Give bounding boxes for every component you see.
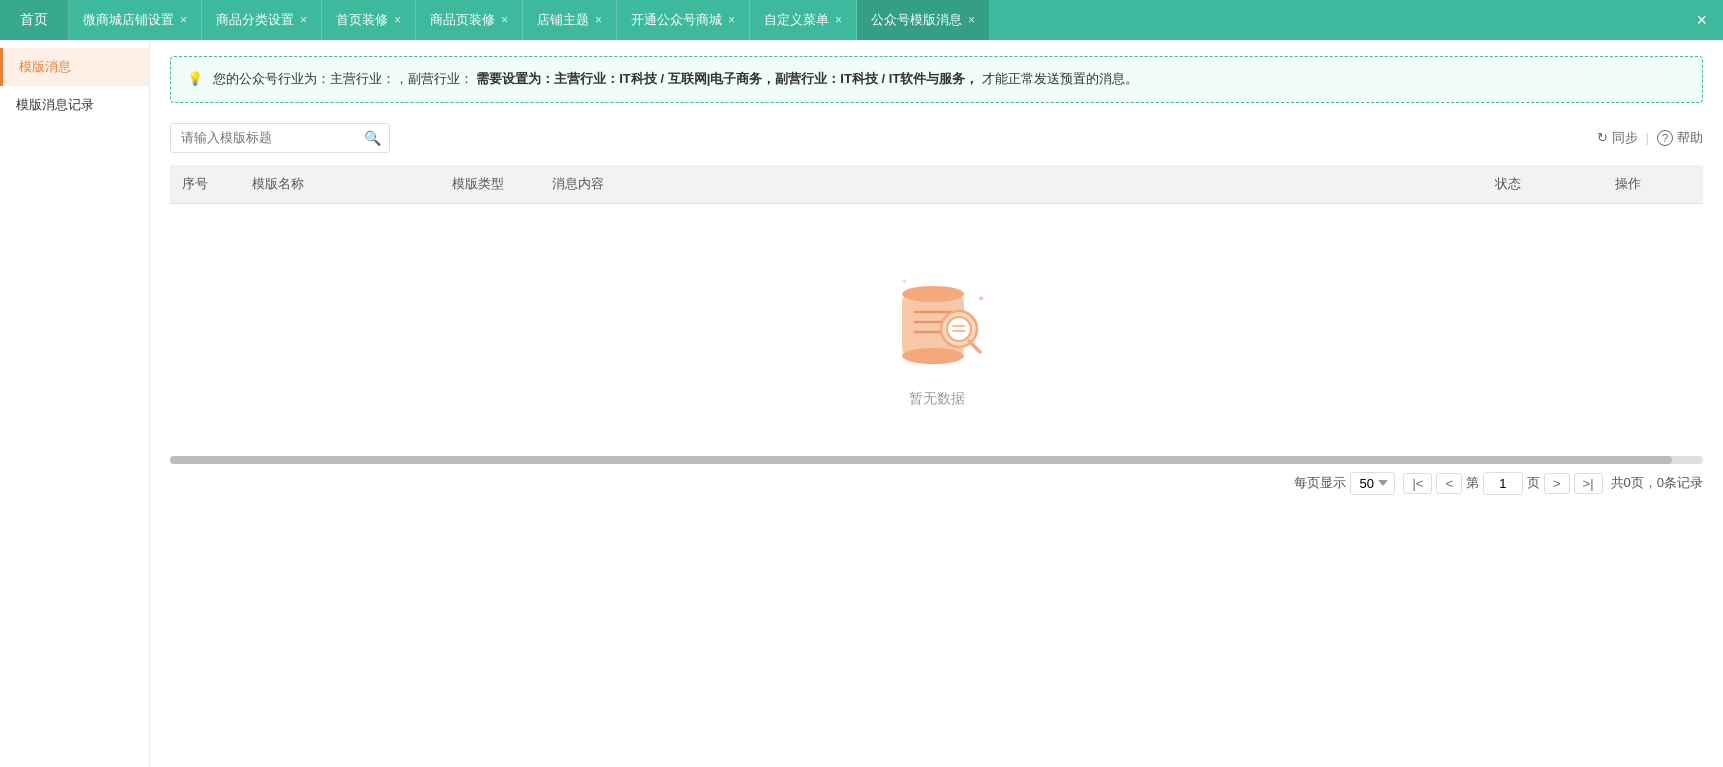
toolbar-row: 🔍 ↻ 同步 | ? 帮助: [170, 123, 1703, 153]
tab-close-open-mall[interactable]: ×: [728, 13, 735, 27]
tab-home[interactable]: 首页: [0, 0, 69, 40]
tab-close-product-decoration[interactable]: ×: [501, 13, 508, 27]
help-label: 帮助: [1677, 129, 1703, 147]
table-head: 序号 模版名称 模版类型 消息内容 状态 操作: [170, 165, 1703, 204]
content-area: 💡 您的公众号行业为：主营行业：，副营行业： 需要设置为：主营行业：IT科技 /…: [150, 40, 1723, 767]
tab-product-category[interactable]: 商品分类设置 ×: [202, 0, 322, 40]
tab-close-custom-menu[interactable]: ×: [835, 13, 842, 27]
sync-icon: ↻: [1597, 130, 1608, 145]
tab-custom-menu[interactable]: 自定义菜单 ×: [750, 0, 857, 40]
tab-close-home-decoration[interactable]: ×: [394, 13, 401, 27]
notice-prefix: 您的公众号行业为：主营行业：，副营行业：: [213, 71, 473, 86]
notice-suffix: 才能正常发送预置的消息。: [982, 71, 1138, 86]
help-button[interactable]: ? 帮助: [1657, 129, 1703, 147]
page-size-selector: 每页显示 50 20 10: [1294, 472, 1395, 495]
tab-bar: 首页 微商城店铺设置 × 商品分类设置 × 首页装修 × 商品页装修 × 店铺主…: [0, 0, 1723, 40]
sidebar-item-template-message-record[interactable]: 模版消息记录: [0, 86, 149, 124]
svg-text:✦: ✦: [977, 293, 985, 304]
tab-product-decoration[interactable]: 商品页装修 ×: [416, 0, 523, 40]
page-label: 第: [1466, 474, 1479, 492]
svg-point-8: [947, 317, 971, 341]
col-header-status: 状态: [1483, 165, 1603, 204]
svg-point-3: [902, 348, 964, 364]
tab-home-decoration[interactable]: 首页装修 ×: [322, 0, 416, 40]
col-header-action: 操作: [1603, 165, 1703, 204]
page-size-label: 每页显示: [1294, 474, 1346, 492]
tab-template-msg[interactable]: 公众号模版消息 ×: [857, 0, 990, 40]
sync-label: 同步: [1612, 129, 1638, 147]
svg-text:✦: ✦: [901, 277, 908, 286]
data-table: 序号 模版名称 模版类型 消息内容 状态 操作: [170, 165, 1703, 448]
search-area: 🔍: [170, 123, 390, 153]
tab-product-decoration-label: 商品页装修: [430, 11, 495, 29]
pagination-row: 每页显示 50 20 10 |< < 第 页 > >| 共0页，0条记录: [170, 472, 1703, 495]
toolbar-actions: ↻ 同步 | ? 帮助: [1597, 129, 1703, 147]
page-input[interactable]: [1483, 472, 1523, 495]
col-header-name: 模版名称: [240, 165, 440, 204]
table-empty-row: ✦ ✦ 暂无数据: [170, 203, 1703, 448]
empty-state-icon: ✦ ✦: [877, 264, 997, 374]
tab-shop-theme-label: 店铺主题: [537, 11, 589, 29]
tab-shop-theme[interactable]: 店铺主题 ×: [523, 0, 617, 40]
horizontal-scrollbar[interactable]: [170, 456, 1703, 464]
empty-state: ✦ ✦ 暂无数据: [170, 204, 1703, 448]
notice-highlight: 需要设置为：主营行业：IT科技 / 互联网|电子商务，副营行业：IT科技 / I…: [476, 71, 978, 86]
tab-product-category-label: 商品分类设置: [216, 11, 294, 29]
col-header-seq: 序号: [170, 165, 240, 204]
col-header-content: 消息内容: [540, 165, 1483, 204]
tab-close-product-category[interactable]: ×: [300, 13, 307, 27]
svg-line-9: [969, 341, 980, 352]
tab-template-msg-label: 公众号模版消息: [871, 11, 962, 29]
next-page-button[interactable]: >: [1544, 473, 1570, 494]
search-input[interactable]: [171, 124, 356, 151]
sidebar: 模版消息 模版消息记录: [0, 40, 150, 767]
tab-wechat-shop-label: 微商城店铺设置: [83, 11, 174, 29]
svg-point-2: [902, 286, 964, 302]
search-button[interactable]: 🔍: [356, 124, 389, 152]
empty-text: 暂无数据: [909, 390, 965, 408]
table-body: ✦ ✦ 暂无数据: [170, 203, 1703, 448]
sidebar-item-template-message-label: 模版消息: [19, 59, 71, 74]
sidebar-item-template-message-record-label: 模版消息记录: [16, 97, 94, 112]
help-icon: ?: [1657, 130, 1673, 146]
sync-button[interactable]: ↻ 同步: [1597, 129, 1638, 147]
page-size-select[interactable]: 50 20 10: [1350, 472, 1395, 495]
page-label2: 页: [1527, 474, 1540, 492]
tab-close-shop-theme[interactable]: ×: [595, 13, 602, 27]
tab-home-decoration-label: 首页装修: [336, 11, 388, 29]
sidebar-item-template-message[interactable]: 模版消息: [0, 48, 149, 86]
scrollbar-thumb[interactable]: [170, 456, 1672, 464]
prev-page-button[interactable]: <: [1436, 473, 1462, 494]
notice-lightbulb-icon: 💡: [187, 71, 203, 86]
tab-open-mall-label: 开通公众号商城: [631, 11, 722, 29]
table-header-row: 序号 模版名称 模版类型 消息内容 状态 操作: [170, 165, 1703, 204]
tab-open-mall[interactable]: 开通公众号商城 ×: [617, 0, 750, 40]
search-icon: 🔍: [364, 130, 381, 146]
col-header-type: 模版类型: [440, 165, 540, 204]
tab-close-wechat-shop[interactable]: ×: [180, 13, 187, 27]
first-page-button[interactable]: |<: [1403, 473, 1432, 494]
tab-home-label: 首页: [20, 11, 48, 29]
page-total-info: 共0页，0条记录: [1611, 474, 1703, 492]
tab-custom-menu-label: 自定义菜单: [764, 11, 829, 29]
notice-box: 💡 您的公众号行业为：主营行业：，副营行业： 需要设置为：主营行业：IT科技 /…: [170, 56, 1703, 103]
main-layout: 模版消息 模版消息记录 💡 您的公众号行业为：主营行业：，副营行业： 需要设置为…: [0, 40, 1723, 767]
global-close-button[interactable]: ×: [1680, 0, 1723, 40]
tab-close-template-msg[interactable]: ×: [968, 13, 975, 27]
page-nav: |< < 第 页 > >|: [1403, 472, 1602, 495]
toolbar-divider: |: [1646, 130, 1649, 145]
tab-wechat-shop[interactable]: 微商城店铺设置 ×: [69, 0, 202, 40]
last-page-button[interactable]: >|: [1574, 473, 1603, 494]
